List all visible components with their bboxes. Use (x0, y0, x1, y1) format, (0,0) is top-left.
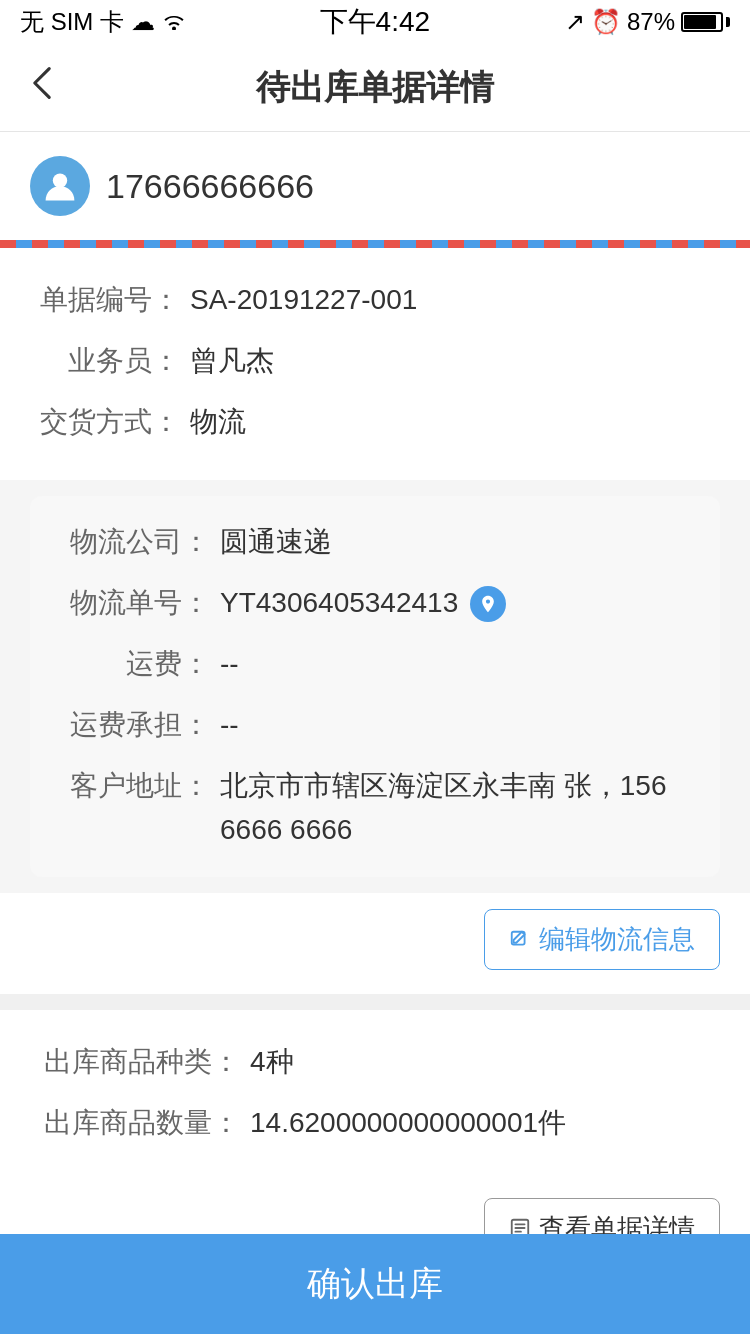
edit-logistics-label: 编辑物流信息 (539, 922, 695, 957)
freight-label: 运费： (60, 642, 220, 687)
goods-types-value: 4种 (250, 1040, 720, 1085)
section-divider (0, 994, 750, 1010)
status-right: ↗ ⏰ 87% (565, 8, 730, 36)
order-info-section: 单据编号： SA-20191227-001 业务员： 曾凡杰 交货方式： 物流 (0, 248, 750, 480)
confirm-button[interactable]: 确认出库 (0, 1234, 750, 1334)
salesperson-label: 业务员： (30, 339, 190, 384)
alarm-icon: ⏰ (591, 8, 621, 36)
tracking-number-row: 物流单号： YT4306405342413 (60, 581, 690, 626)
delivery-method-value: 物流 (190, 400, 720, 445)
address-label: 客户地址： (60, 764, 220, 809)
avatar (30, 156, 90, 216)
edit-logistics-button[interactable]: 编辑物流信息 (484, 909, 720, 970)
address-row: 客户地址： 北京市市辖区海淀区永丰南 张，156 6666 6666 (60, 764, 690, 854)
dashed-divider (0, 240, 750, 248)
freight-bearer-label: 运费承担： (60, 703, 220, 748)
salesperson-value: 曾凡杰 (190, 339, 720, 384)
logistics-company-label: 物流公司： (60, 520, 220, 565)
nav-bar: 待出库单据详情 (0, 44, 750, 132)
delivery-method-row: 交货方式： 物流 (30, 400, 720, 445)
logistics-company-value: 圆通速递 (220, 520, 690, 565)
edit-btn-row: 编辑物流信息 (0, 893, 750, 994)
battery-icon (681, 12, 730, 32)
wifi-icon (163, 8, 185, 36)
location-icon[interactable] (470, 586, 506, 622)
back-button[interactable] (30, 65, 54, 110)
svg-point-0 (53, 173, 67, 187)
location-arrow-icon: ↗ (565, 8, 585, 36)
battery-percent: 87% (627, 8, 675, 36)
goods-section: 出库商品种类： 4种 出库商品数量： 14.6200000000000001件 (0, 1010, 750, 1182)
goods-types-row: 出库商品种类： 4种 (30, 1040, 720, 1085)
freight-value: -- (220, 642, 690, 687)
document-number-label: 单据编号： (30, 278, 190, 323)
sim-label: 无 SIM 卡 ☁ (20, 6, 155, 38)
status-bar: 无 SIM 卡 ☁ 下午4:42 ↗ ⏰ 87% (0, 0, 750, 44)
goods-types-label: 出库商品种类： (30, 1040, 250, 1085)
confirm-button-label: 确认出库 (307, 1261, 443, 1307)
goods-quantity-row: 出库商品数量： 14.6200000000000001件 (30, 1101, 720, 1146)
tracking-number-value: YT4306405342413 (220, 581, 690, 626)
address-value: 北京市市辖区海淀区永丰南 张，156 6666 6666 (220, 764, 690, 854)
customer-phone: 17666666666 (106, 167, 314, 206)
customer-section: 17666666666 (0, 132, 750, 240)
freight-bearer-row: 运费承担： -- (60, 703, 690, 748)
salesperson-row: 业务员： 曾凡杰 (30, 339, 720, 384)
document-number-value: SA-20191227-001 (190, 278, 720, 323)
logistics-company-row: 物流公司： 圆通速递 (60, 520, 690, 565)
delivery-method-label: 交货方式： (30, 400, 190, 445)
document-number-row: 单据编号： SA-20191227-001 (30, 278, 720, 323)
status-left: 无 SIM 卡 ☁ (20, 6, 185, 38)
freight-row: 运费： -- (60, 642, 690, 687)
goods-quantity-label: 出库商品数量： (30, 1101, 250, 1146)
page-title: 待出库单据详情 (256, 65, 494, 111)
tracking-number-label: 物流单号： (60, 581, 220, 626)
goods-quantity-value: 14.6200000000000001件 (250, 1101, 720, 1146)
logistics-card: 物流公司： 圆通速递 物流单号： YT4306405342413 运费： -- … (30, 496, 720, 877)
freight-bearer-value: -- (220, 703, 690, 748)
status-time: 下午4:42 (320, 3, 431, 41)
